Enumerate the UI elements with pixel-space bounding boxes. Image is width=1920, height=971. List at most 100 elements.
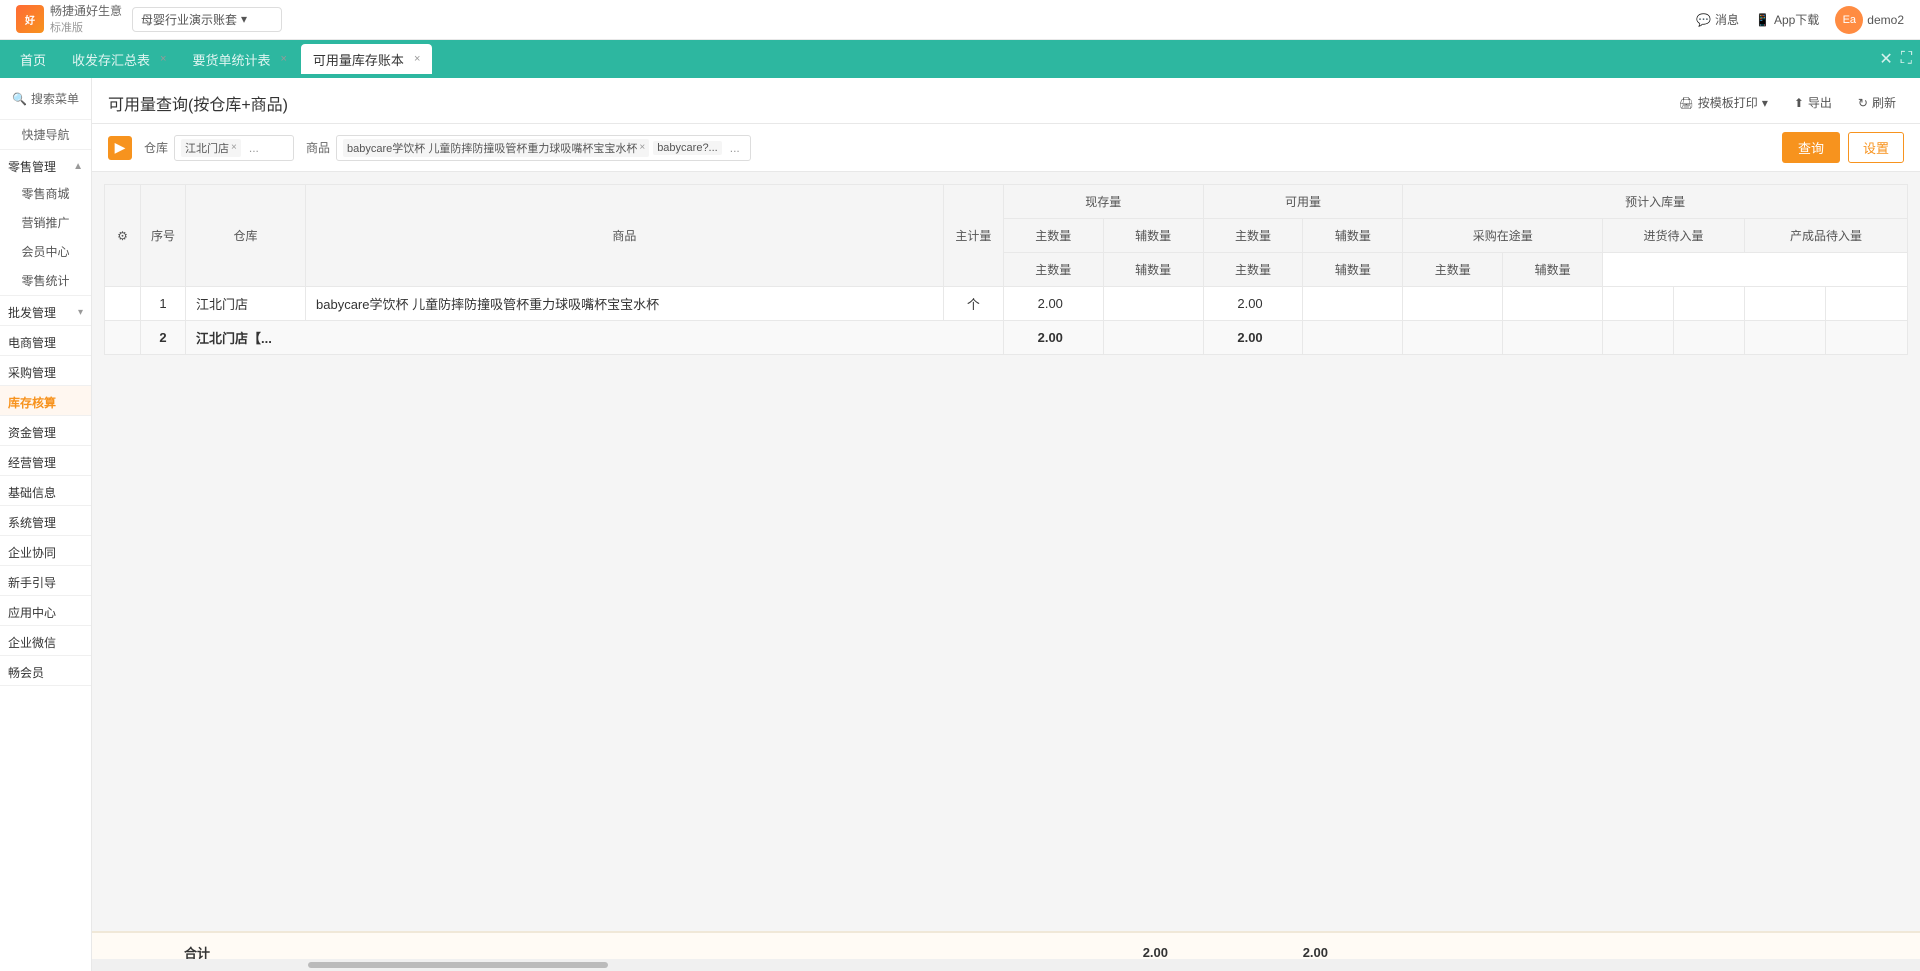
tab-home[interactable]: 首页: [8, 44, 58, 74]
export-btn[interactable]: ⬆ 导出: [1786, 90, 1840, 115]
operations-label: 经营管理: [8, 454, 56, 471]
sidebar-group-base-header[interactable]: 基础信息: [0, 476, 91, 505]
th-incoming-sub: 辅数量: [1303, 253, 1403, 287]
quick-nav-btn[interactable]: 快捷导航: [0, 120, 91, 150]
cell-avail-main-r1: 2.00: [1203, 287, 1303, 321]
cell-stock-sub-sub: [1103, 321, 1203, 355]
query-btn[interactable]: 查询: [1782, 132, 1840, 163]
sidebar-item-stats[interactable]: 零售统计: [0, 266, 91, 295]
user-area[interactable]: Ea demo2: [1835, 6, 1904, 34]
page-header: 可用量查询(按仓库+商品) 🖨 按模板打印 ▾ ⬆ 导出 ↻ 刷新: [92, 78, 1920, 124]
print-label: 按模板打印: [1698, 94, 1758, 111]
th-incoming: 进货待入量: [1603, 219, 1745, 253]
scrollbar-thumb[interactable]: [308, 962, 608, 968]
cell-inc-main-r1: [1603, 287, 1674, 321]
cell-warehouse-r1: 江北门店: [186, 287, 306, 321]
tab-available-label: 可用量库存账本: [313, 50, 404, 69]
tab-orders-label: 要货单统计表: [192, 50, 270, 69]
sidebar-group-finance-header[interactable]: 资金管理: [0, 416, 91, 445]
enterprise-label: 企业协同: [8, 544, 56, 561]
sidebar-group-enterprise-header[interactable]: 企业协同: [0, 536, 91, 565]
cell-inc-sub-sub: [1674, 321, 1745, 355]
product-more[interactable]: ...: [726, 141, 744, 155]
wechat-label: 企业微信: [8, 634, 56, 651]
content-area: 可用量查询(按仓库+商品) 🖨 按模板打印 ▾ ⬆ 导出 ↻ 刷新: [92, 78, 1920, 971]
tab-receipts-close[interactable]: ×: [160, 53, 166, 65]
sidebar-group-wholesale-header[interactable]: 批发管理 ▾: [0, 296, 91, 325]
cell-inc-sub-r1: [1674, 287, 1745, 321]
table-footer: 合计 2.00 2.00: [92, 931, 1920, 971]
scrollbar-wrap: [92, 959, 1920, 971]
industry-select[interactable]: 母婴行业演示账套 ▾: [132, 7, 282, 32]
page-actions: 🖨 按模板打印 ▾ ⬆ 导出 ↻ 刷新: [1671, 90, 1904, 115]
search-menu-label: 搜索菜单: [31, 90, 79, 107]
retail-chevron: ▲: [73, 161, 83, 172]
th-avail-main: 主数量: [1203, 219, 1303, 253]
sidebar-group-newbie-header[interactable]: 新手引导: [0, 566, 91, 595]
sidebar: 🔍 搜索菜单 快捷导航 零售管理 ▲ 零售商城 营销推广 会员中心 零售统计 批…: [0, 78, 92, 971]
th-prod-sub: 辅数量: [1503, 253, 1603, 287]
th-pur-transit-sub: 辅数量: [1103, 253, 1203, 287]
tab-orders[interactable]: 要货单统计表 ×: [180, 44, 298, 74]
cell-prod-main-r1: [1744, 287, 1825, 321]
newbie-label: 新手引导: [8, 574, 56, 591]
product-input[interactable]: babycare学饮杯 儿童防摔防撞吸管杯重力球吸嘴杯宝宝水杯 × babyca…: [336, 135, 751, 161]
logo-text-wrap: 畅捷通好生意 标准版: [50, 4, 122, 34]
refresh-label: 刷新: [1872, 94, 1896, 111]
filter-toggle-btn[interactable]: ▶: [108, 136, 132, 160]
tab-available[interactable]: 可用量库存账本 ×: [301, 44, 432, 74]
th-current-stock: 现存量: [1003, 185, 1203, 219]
warehouse-input[interactable]: 江北门店 × ...: [174, 135, 294, 161]
table-container: ⚙ 序号 仓库 商品 主计量 现存量 可用量 预计入库量 主数量 辅数量 主数量: [92, 172, 1920, 931]
sidebar-group-retail-header[interactable]: 零售管理 ▲: [0, 150, 91, 179]
print-btn[interactable]: 🖨 按模板打印 ▾: [1671, 90, 1776, 115]
cell-pur-sub-sub: [1503, 321, 1603, 355]
app-download-btn[interactable]: 📱 App下载: [1755, 11, 1819, 28]
cell-pur-main-sub: [1403, 321, 1503, 355]
sidebar-item-member[interactable]: 会员中心: [0, 237, 91, 266]
top-bar: 好 畅捷通好生意 标准版 母婴行业演示账套 ▾ 💬 消息 📱 App下载 Ea …: [0, 0, 1920, 40]
warehouse-tag-close[interactable]: ×: [231, 142, 237, 153]
th-settings[interactable]: ⚙: [105, 185, 141, 287]
warehouse-more[interactable]: ...: [245, 141, 263, 155]
th-stock-sub: 辅数量: [1103, 219, 1203, 253]
app-download-label: App下载: [1774, 11, 1819, 28]
wholesale-label: 批发管理: [8, 304, 56, 321]
refresh-btn[interactable]: ↻ 刷新: [1850, 90, 1904, 115]
th-stock-main: 主数量: [1003, 219, 1103, 253]
sidebar-group-vip-header[interactable]: 畅会员: [0, 656, 91, 685]
sidebar-group-system-header[interactable]: 系统管理: [0, 506, 91, 535]
tab-close-btn[interactable]: ✕: [1879, 49, 1892, 69]
message-btn[interactable]: 💬 消息: [1696, 11, 1739, 28]
filter-buttons: 查询 设置: [1782, 132, 1904, 163]
home-label: 首页: [20, 50, 46, 69]
sidebar-item-shop[interactable]: 零售商城: [0, 179, 91, 208]
sidebar-group-purchase-header[interactable]: 采购管理: [0, 356, 91, 385]
settings-btn[interactable]: 设置: [1848, 132, 1904, 163]
th-product: 商品: [306, 185, 944, 287]
sidebar-group-finance: 资金管理: [0, 416, 91, 446]
th-pur-transit-main: 主数量: [1003, 253, 1103, 287]
ecommerce-label: 电商管理: [8, 334, 56, 351]
sidebar-group-inventory-header[interactable]: 库存核算: [0, 386, 91, 415]
sidebar-group-wechat-header[interactable]: 企业微信: [0, 626, 91, 655]
sidebar-group-operations-header[interactable]: 经营管理: [0, 446, 91, 475]
tab-expand-btn[interactable]: ⛶: [1901, 50, 1912, 68]
finance-label: 资金管理: [8, 424, 56, 441]
cell-pur-sub-r1: [1503, 287, 1603, 321]
tab-receipts[interactable]: 收发存汇总表 ×: [60, 44, 178, 74]
sidebar-group-apps-header[interactable]: 应用中心: [0, 596, 91, 625]
sidebar-item-promo[interactable]: 营销推广: [0, 208, 91, 237]
search-menu-btn[interactable]: 🔍 搜索菜单: [8, 86, 83, 111]
tab-orders-close[interactable]: ×: [280, 53, 286, 65]
product-tag1-close[interactable]: ×: [639, 142, 645, 153]
tab-available-close[interactable]: ×: [414, 53, 420, 65]
logo-icon: 好: [16, 5, 44, 33]
sidebar-group-ecommerce-header[interactable]: 电商管理: [0, 326, 91, 355]
print-chevron-icon: ▾: [1762, 96, 1768, 110]
tab-bar: 首页 收发存汇总表 × 要货单统计表 × 可用量库存账本 × ✕ ⛶: [0, 40, 1920, 78]
cell-settings-r1: [105, 287, 141, 321]
sidebar-group-retail: 零售管理 ▲ 零售商城 营销推广 会员中心 零售统计: [0, 150, 91, 296]
cell-stock-main-r1: 2.00: [1003, 287, 1103, 321]
sidebar-group-ecommerce: 电商管理: [0, 326, 91, 356]
